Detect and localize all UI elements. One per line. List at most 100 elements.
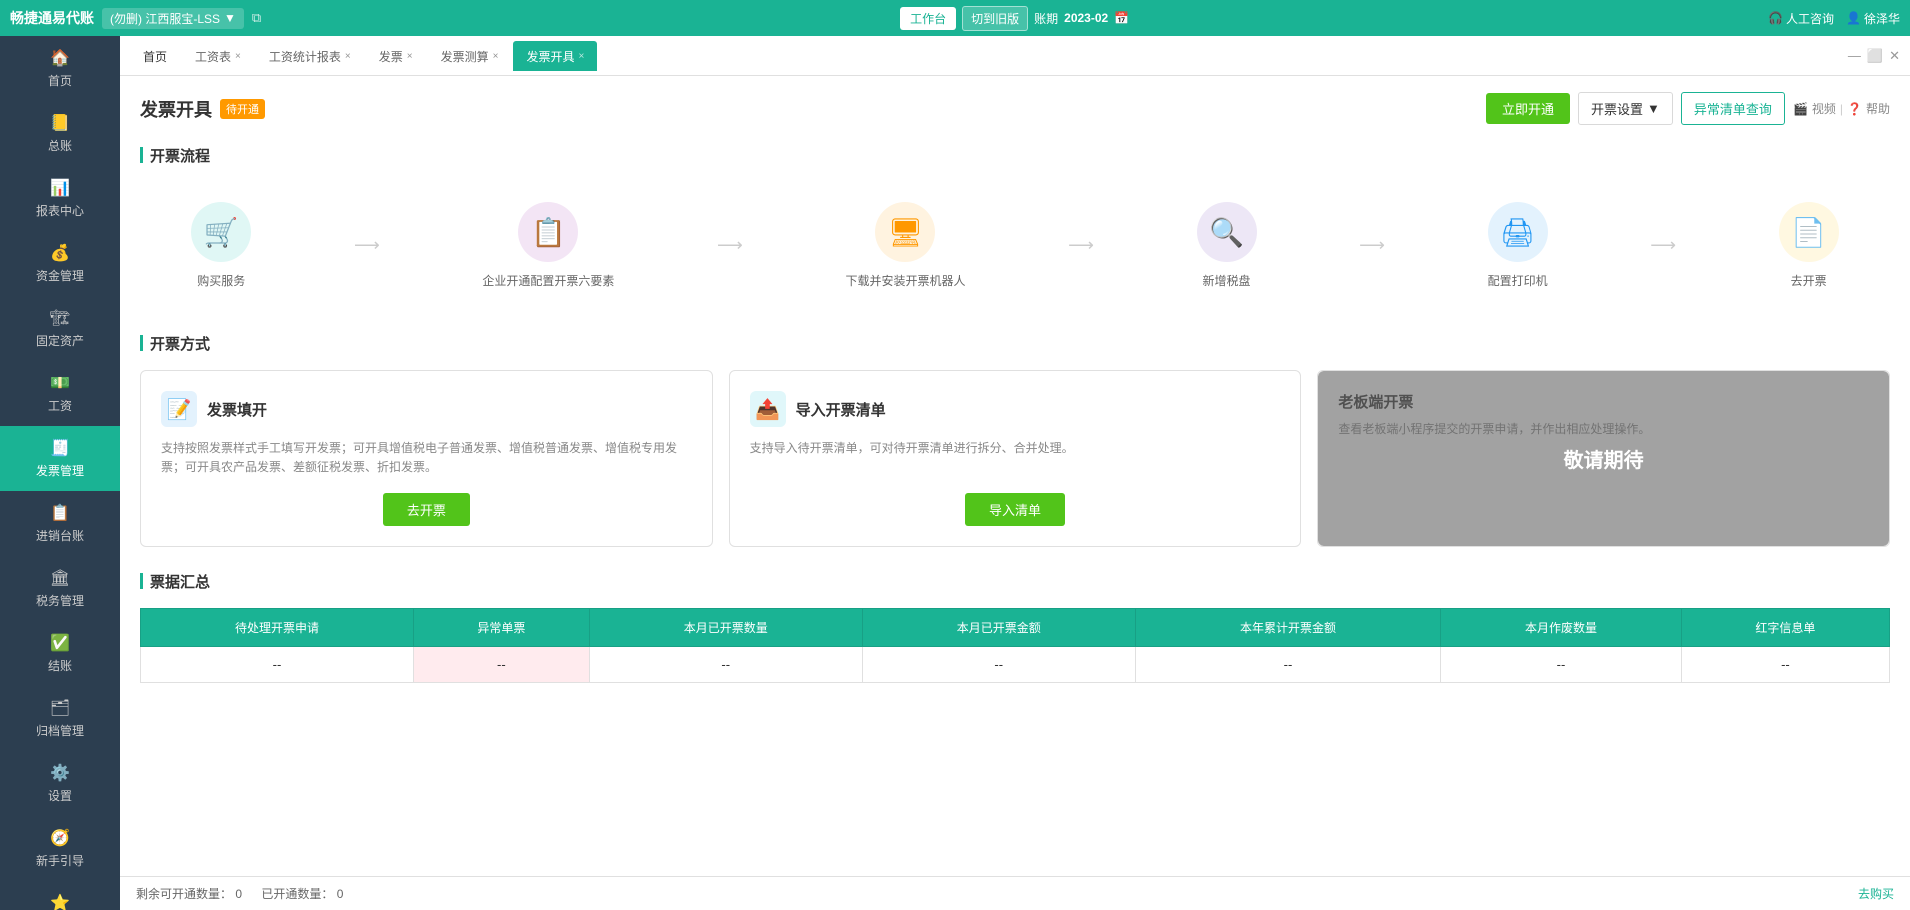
add-taxdisk-icon: 🔍	[1197, 202, 1257, 262]
go-invoice-button[interactable]: 去开票	[383, 493, 470, 526]
overlay-text: 敬请期待	[1564, 444, 1644, 473]
sidebar-item-capital[interactable]: 💰 资金管理	[0, 231, 120, 296]
col-red-info: 红字信息单	[1681, 609, 1889, 647]
col-month-count: 本月已开票数量	[589, 609, 862, 647]
sidebar-item-salary[interactable]: 💵 工资	[0, 361, 120, 426]
summary-table: 待处理开票申请 异常单票 本月已开票数量 本月已开票金额 本年累计开票金额 本月…	[140, 608, 1890, 683]
sidebar-label-guide: 新手引导	[36, 852, 84, 869]
method-import-footer: 导入清单	[750, 493, 1281, 526]
process-section-title: 开票流程	[140, 145, 1890, 166]
page-title: 发票开具	[140, 96, 212, 122]
help-icon[interactable]: ❓	[1847, 102, 1862, 116]
sidebar-item-member[interactable]: ⭐ 畅会员	[0, 881, 120, 910]
company-dropdown-icon: ▼	[224, 11, 236, 25]
arrow-1: ⟶	[354, 235, 380, 256]
sidebar-item-assets[interactable]: 🏗 固定资产	[0, 296, 120, 361]
tab-invoice-tool-label: 发票开具	[526, 48, 574, 65]
step-download-robot[interactable]: 🖥 下载并安装开票机器人	[845, 202, 965, 289]
buy-link[interactable]: 去购买	[1858, 885, 1894, 902]
method-import-header: 📤 导入开票清单	[750, 391, 1281, 427]
sidebar-item-settings[interactable]: ⚙️ 设置	[0, 751, 120, 816]
open-now-button[interactable]: 立即开通	[1486, 93, 1570, 124]
tab-invoice-calc[interactable]: 发票测算 ×	[428, 41, 512, 71]
config-enterprise-label: 企业开通配置开票六要素	[482, 272, 614, 289]
cell-year-amount: --	[1135, 647, 1440, 683]
tab-salary-report[interactable]: 工资统计报表 ×	[256, 41, 364, 71]
tab-salary-table[interactable]: 工资表 ×	[182, 41, 254, 71]
step-add-taxdisk[interactable]: 🔍 新增税盘	[1197, 202, 1257, 289]
config-enterprise-icon: 📋	[518, 202, 578, 262]
arrow-2: ⟶	[717, 235, 743, 256]
reports-icon: 📊	[50, 178, 70, 198]
switch-version-button[interactable]: 切到旧版	[962, 6, 1028, 31]
content-area: 首页 工资表 × 工资统计报表 × 发票 × 发票测算 × 发票开具 ×	[120, 36, 1910, 910]
config-printer-label: 配置打印机	[1488, 272, 1548, 289]
tab-salary-table-close[interactable]: ×	[235, 51, 241, 62]
tax-icon: 🏛	[50, 568, 70, 588]
sidebar-item-purchase[interactable]: 📋 进销台账	[0, 491, 120, 556]
member-icon: ⭐	[50, 893, 70, 910]
sidebar-item-guide[interactable]: 🧭 新手引导	[0, 816, 120, 881]
col-month-void: 本月作废数量	[1441, 609, 1682, 647]
method-manual-title: 发票填开	[207, 399, 267, 420]
top-bar-center: 工作台 切到旧版 账期 2023-02 📅	[900, 6, 1129, 31]
arrow-4: ⟶	[1359, 235, 1385, 256]
tab-invoice-list[interactable]: 发票 ×	[366, 41, 426, 71]
sidebar-item-tax[interactable]: 🏛 税务管理	[0, 556, 120, 621]
video-icon[interactable]: 🎬	[1793, 102, 1808, 116]
tab-invoice-calc-close[interactable]: ×	[493, 51, 499, 62]
step-buy-service[interactable]: 🛒 购买服务	[191, 202, 251, 289]
salary-icon: 💵	[50, 373, 70, 393]
sidebar-label-home: 首页	[48, 72, 72, 89]
sidebar-item-invoice[interactable]: 🧾 发票管理	[0, 426, 120, 491]
worktable-button[interactable]: 工作台	[900, 7, 956, 30]
user-service[interactable]: 🎧 人工咨询	[1768, 10, 1834, 27]
open-settings-button[interactable]: 开票设置 ▼	[1578, 92, 1673, 125]
restore-icon[interactable]: ⬜	[1867, 48, 1883, 64]
config-printer-icon: 🖨	[1488, 202, 1548, 262]
buy-service-label: 购买服务	[197, 272, 245, 289]
company-selector[interactable]: (勿删) 江西服宝-LSS ▼	[102, 8, 244, 29]
sidebar-item-reports[interactable]: 📊 报表中心	[0, 166, 120, 231]
copy-icon[interactable]: ⧉	[252, 10, 261, 26]
sidebar-item-settle[interactable]: ✅ 结账	[0, 621, 120, 686]
methods-section: 开票方式 📝 发票填开 支持按照发票样式手工填写开发票；可开具增值税电子普通发票…	[140, 333, 1890, 547]
abnormal-query-button[interactable]: 异常清单查询	[1681, 92, 1785, 125]
settings-dropdown-icon: ▼	[1647, 101, 1660, 116]
tab-actions: — ⬜ ✕	[1848, 48, 1900, 64]
sidebar-item-ledger[interactable]: 📒 总账	[0, 101, 120, 166]
bottom-bar: 剩余可开通数量： 0 已开通数量： 0 去购买	[120, 876, 1910, 910]
sidebar-label-salary: 工资	[48, 397, 72, 414]
sidebar-label-archive: 归档管理	[36, 722, 84, 739]
close-window-icon[interactable]: ✕	[1889, 48, 1900, 64]
tab-invoice-tool[interactable]: 发票开具 ×	[513, 41, 597, 71]
import-list-button[interactable]: 导入清单	[965, 493, 1065, 526]
sidebar-label-tax: 税务管理	[36, 592, 84, 609]
opened-value: 0	[337, 887, 344, 901]
tab-invoice-tool-close[interactable]: ×	[578, 51, 584, 62]
calendar-icon[interactable]: 📅	[1114, 11, 1129, 25]
arrow-5: ⟶	[1650, 235, 1676, 256]
method-import-desc: 支持导入待开票清单，可对待开票清单进行拆分、合并处理。	[750, 439, 1281, 477]
step-config-enterprise[interactable]: 📋 企业开通配置开票六要素	[482, 202, 614, 289]
method-card-manual: 📝 发票填开 支持按照发票样式手工填写开发票；可开具增值税电子普通发票、增值税普…	[140, 370, 713, 547]
step-config-printer[interactable]: 🖨 配置打印机	[1488, 202, 1548, 289]
tab-salary-table-label: 工资表	[195, 48, 231, 65]
boss-overlay: 敬请期待	[1318, 371, 1889, 546]
sidebar-item-archive[interactable]: 🗂 归档管理	[0, 686, 120, 751]
step-issue-invoice[interactable]: 📄 去开票	[1779, 202, 1839, 289]
tab-home[interactable]: 首页	[130, 41, 180, 71]
tab-bar: 首页 工资表 × 工资统计报表 × 发票 × 发票测算 × 发票开具 ×	[120, 36, 1910, 76]
minimize-icon[interactable]: —	[1848, 48, 1861, 63]
opened-label: 已开通数量：	[261, 887, 333, 901]
tab-invoice-list-close[interactable]: ×	[407, 51, 413, 62]
capital-icon: 💰	[50, 243, 70, 263]
page-title-group: 发票开具 待开通	[140, 96, 265, 122]
user-avatar[interactable]: 👤 徐泽华	[1846, 10, 1900, 27]
tab-salary-report-close[interactable]: ×	[345, 51, 351, 62]
methods-section-title: 开票方式	[140, 333, 1890, 354]
tab-invoice-list-label: 发票	[379, 48, 403, 65]
settings-icon: ⚙️	[50, 763, 70, 783]
ledger-icon: 📒	[50, 113, 70, 133]
sidebar-item-home[interactable]: 🏠 首页	[0, 36, 120, 101]
